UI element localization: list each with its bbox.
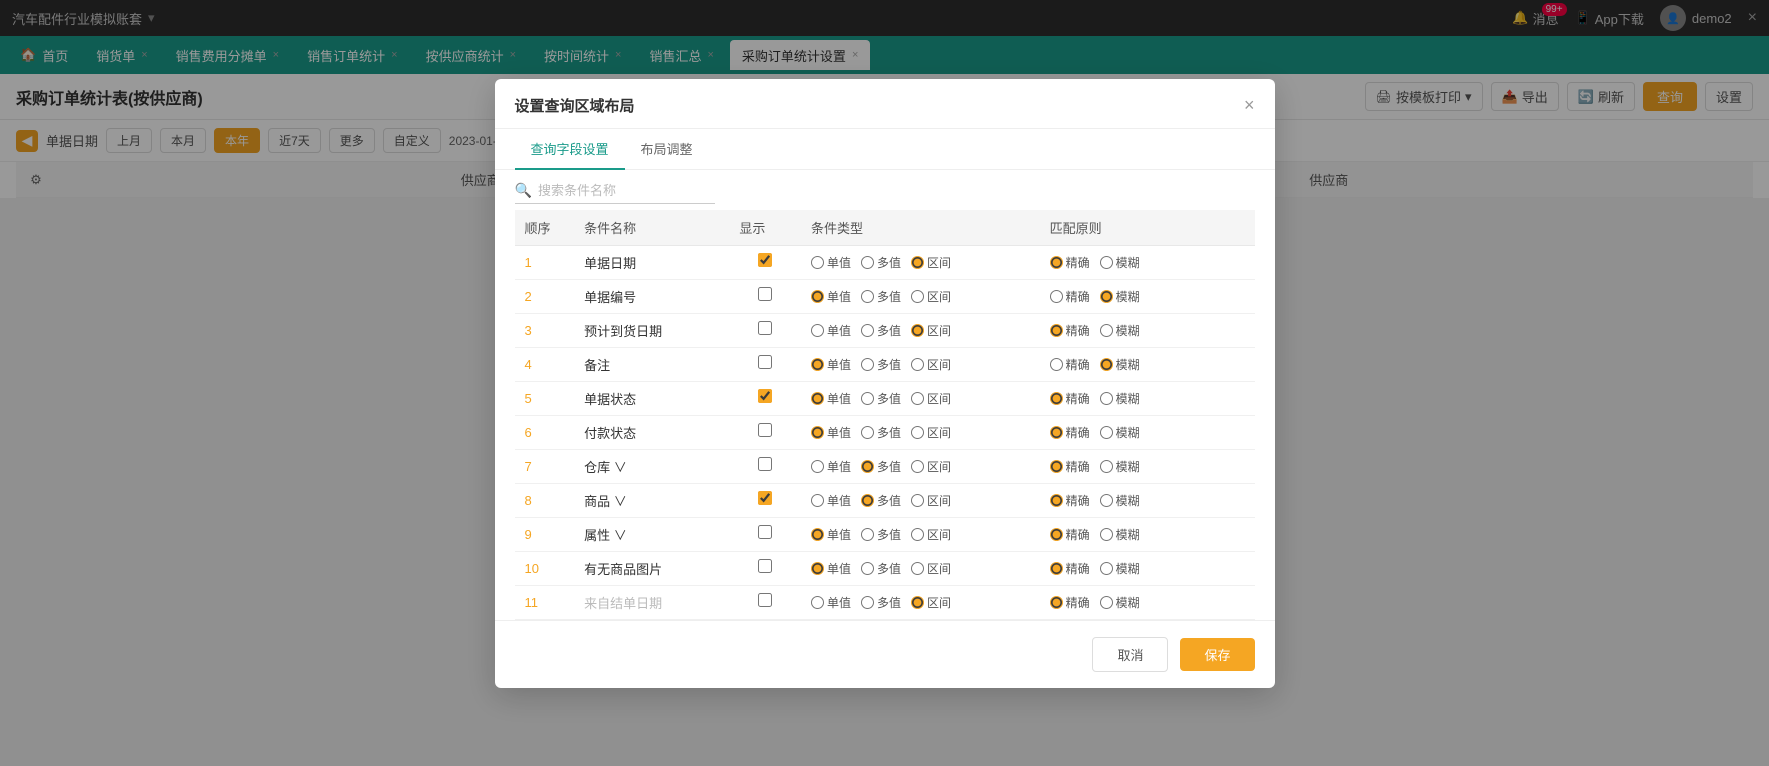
row-match-radios: 精确模糊 <box>1040 517 1255 551</box>
row-display-checkbox[interactable] <box>729 314 801 342</box>
row-type-radios: 单值多值区间 <box>801 279 1040 313</box>
row-order: 7 <box>515 449 575 483</box>
row-match-radios: 精确模糊 <box>1040 347 1255 381</box>
row-type-radios: 单值多值区间 <box>801 313 1040 347</box>
row-display-checkbox[interactable] <box>729 382 801 410</box>
row-type-radios: 单值多值区间 <box>801 381 1040 415</box>
table-row: 10有无商品图片 单值多值区间精确模糊 <box>515 551 1255 585</box>
row-match-radios: 精确模糊 <box>1040 449 1255 483</box>
dialog-close-button[interactable]: × <box>1244 96 1255 114</box>
row-display-checkbox[interactable] <box>729 552 801 580</box>
row-match-radios: 精确模糊 <box>1040 551 1255 585</box>
row-order: 2 <box>515 279 575 313</box>
table-header-row: 顺序 条件名称 显示 条件类型 匹配原则 <box>515 210 1255 246</box>
row-display-checkbox[interactable] <box>729 416 801 444</box>
row-display-checkbox[interactable] <box>729 484 801 512</box>
row-condition-name: 付款状态 <box>574 415 729 449</box>
search-icon: 🔍 <box>515 182 532 199</box>
row-match-radios: 精确模糊 <box>1040 415 1255 449</box>
table-row: 1单据日期 单值多值区间精确模糊 <box>515 245 1255 279</box>
row-order: 5 <box>515 381 575 415</box>
dialog: 设置查询区域布局 × 查询字段设置 布局调整 🔍 顺序 条件名称 显示 <box>495 79 1275 688</box>
row-match-radios: 精确模糊 <box>1040 483 1255 517</box>
row-display-checkbox[interactable] <box>729 246 801 274</box>
row-type-radios: 单值多值区间 <box>801 449 1040 483</box>
search-input[interactable] <box>538 183 698 198</box>
row-condition-name: 属性 ∨ <box>574 517 729 551</box>
row-order: 1 <box>515 245 575 279</box>
row-type-radios: 单值多值区间 <box>801 347 1040 381</box>
row-match-radios: 精确模糊 <box>1040 313 1255 347</box>
dialog-tab-layout[interactable]: 布局调整 <box>625 129 709 170</box>
row-type-radios: 单值多值区间 <box>801 483 1040 517</box>
row-order: 4 <box>515 347 575 381</box>
row-display-checkbox[interactable] <box>729 450 801 478</box>
dialog-tab-fields[interactable]: 查询字段设置 <box>515 129 625 170</box>
row-type-radios: 单值多值区间 <box>801 551 1040 585</box>
row-match-radios: 精确模糊 <box>1040 585 1255 619</box>
col-type-header: 条件类型 <box>801 210 1040 246</box>
row-order: 8 <box>515 483 575 517</box>
row-order: 6 <box>515 415 575 449</box>
dialog-tabs: 查询字段设置 布局调整 <box>495 129 1275 170</box>
cancel-button[interactable]: 取消 <box>1092 637 1168 672</box>
row-match-radios: 精确模糊 <box>1040 381 1255 415</box>
row-order: 3 <box>515 313 575 347</box>
col-name-header: 条件名称 <box>574 210 729 246</box>
row-order: 10 <box>515 551 575 585</box>
row-display-checkbox[interactable] <box>729 348 801 376</box>
row-type-radios: 单值多值区间 <box>801 415 1040 449</box>
row-display-checkbox[interactable] <box>729 586 801 614</box>
modal-overlay: 设置查询区域布局 × 查询字段设置 布局调整 🔍 顺序 条件名称 显示 <box>0 0 1769 766</box>
table-row: 9属性 ∨ 单值多值区间精确模糊 <box>515 517 1255 551</box>
dialog-footer: 取消 保存 <box>495 620 1275 688</box>
row-condition-name: 单据编号 <box>574 279 729 313</box>
table-row: 2单据编号 单值多值区间精确模糊 <box>515 279 1255 313</box>
table-row: 8商品 ∨ 单值多值区间精确模糊 <box>515 483 1255 517</box>
save-button[interactable]: 保存 <box>1180 638 1254 671</box>
row-condition-name: 单据日期 <box>574 245 729 279</box>
row-order: 9 <box>515 517 575 551</box>
table-row: 4备注 单值多值区间精确模糊 <box>515 347 1255 381</box>
col-match-header: 匹配原则 <box>1040 210 1255 246</box>
table-row: 5单据状态 单值多值区间精确模糊 <box>515 381 1255 415</box>
row-condition-name: 单据状态 <box>574 381 729 415</box>
row-condition-name: 来自结单日期 <box>574 585 729 619</box>
dialog-search-area: 🔍 <box>495 170 1275 210</box>
row-condition-name: 备注 <box>574 347 729 381</box>
row-display-checkbox[interactable] <box>729 280 801 308</box>
row-type-radios: 单值多值区间 <box>801 245 1040 279</box>
col-display-header: 显示 <box>729 210 801 246</box>
col-order-header: 顺序 <box>515 210 575 246</box>
row-condition-name: 有无商品图片 <box>574 551 729 585</box>
conditions-table: 顺序 条件名称 显示 条件类型 匹配原则 1单据日期单值多值区间精确模糊2单据编… <box>515 210 1255 620</box>
row-type-radios: 单值多值区间 <box>801 585 1040 619</box>
row-condition-name: 仓库 ∨ <box>574 449 729 483</box>
row-type-radios: 单值多值区间 <box>801 517 1040 551</box>
row-match-radios: 精确模糊 <box>1040 245 1255 279</box>
dialog-header: 设置查询区域布局 × <box>495 79 1275 129</box>
row-order: 11 <box>515 585 575 619</box>
row-condition-name: 商品 ∨ <box>574 483 729 517</box>
row-match-radios: 精确模糊 <box>1040 279 1255 313</box>
table-row: 7仓库 ∨ 单值多值区间精确模糊 <box>515 449 1255 483</box>
table-row: 11来自结单日期 单值多值区间精确模糊 <box>515 585 1255 619</box>
table-row: 6付款状态 单值多值区间精确模糊 <box>515 415 1255 449</box>
search-wrap: 🔍 <box>515 182 715 204</box>
row-display-checkbox[interactable] <box>729 518 801 546</box>
dialog-title: 设置查询区域布局 <box>515 95 635 116</box>
dialog-table-wrap: 顺序 条件名称 显示 条件类型 匹配原则 1单据日期单值多值区间精确模糊2单据编… <box>495 210 1275 620</box>
table-row: 3预计到货日期 单值多值区间精确模糊 <box>515 313 1255 347</box>
row-condition-name: 预计到货日期 <box>574 313 729 347</box>
